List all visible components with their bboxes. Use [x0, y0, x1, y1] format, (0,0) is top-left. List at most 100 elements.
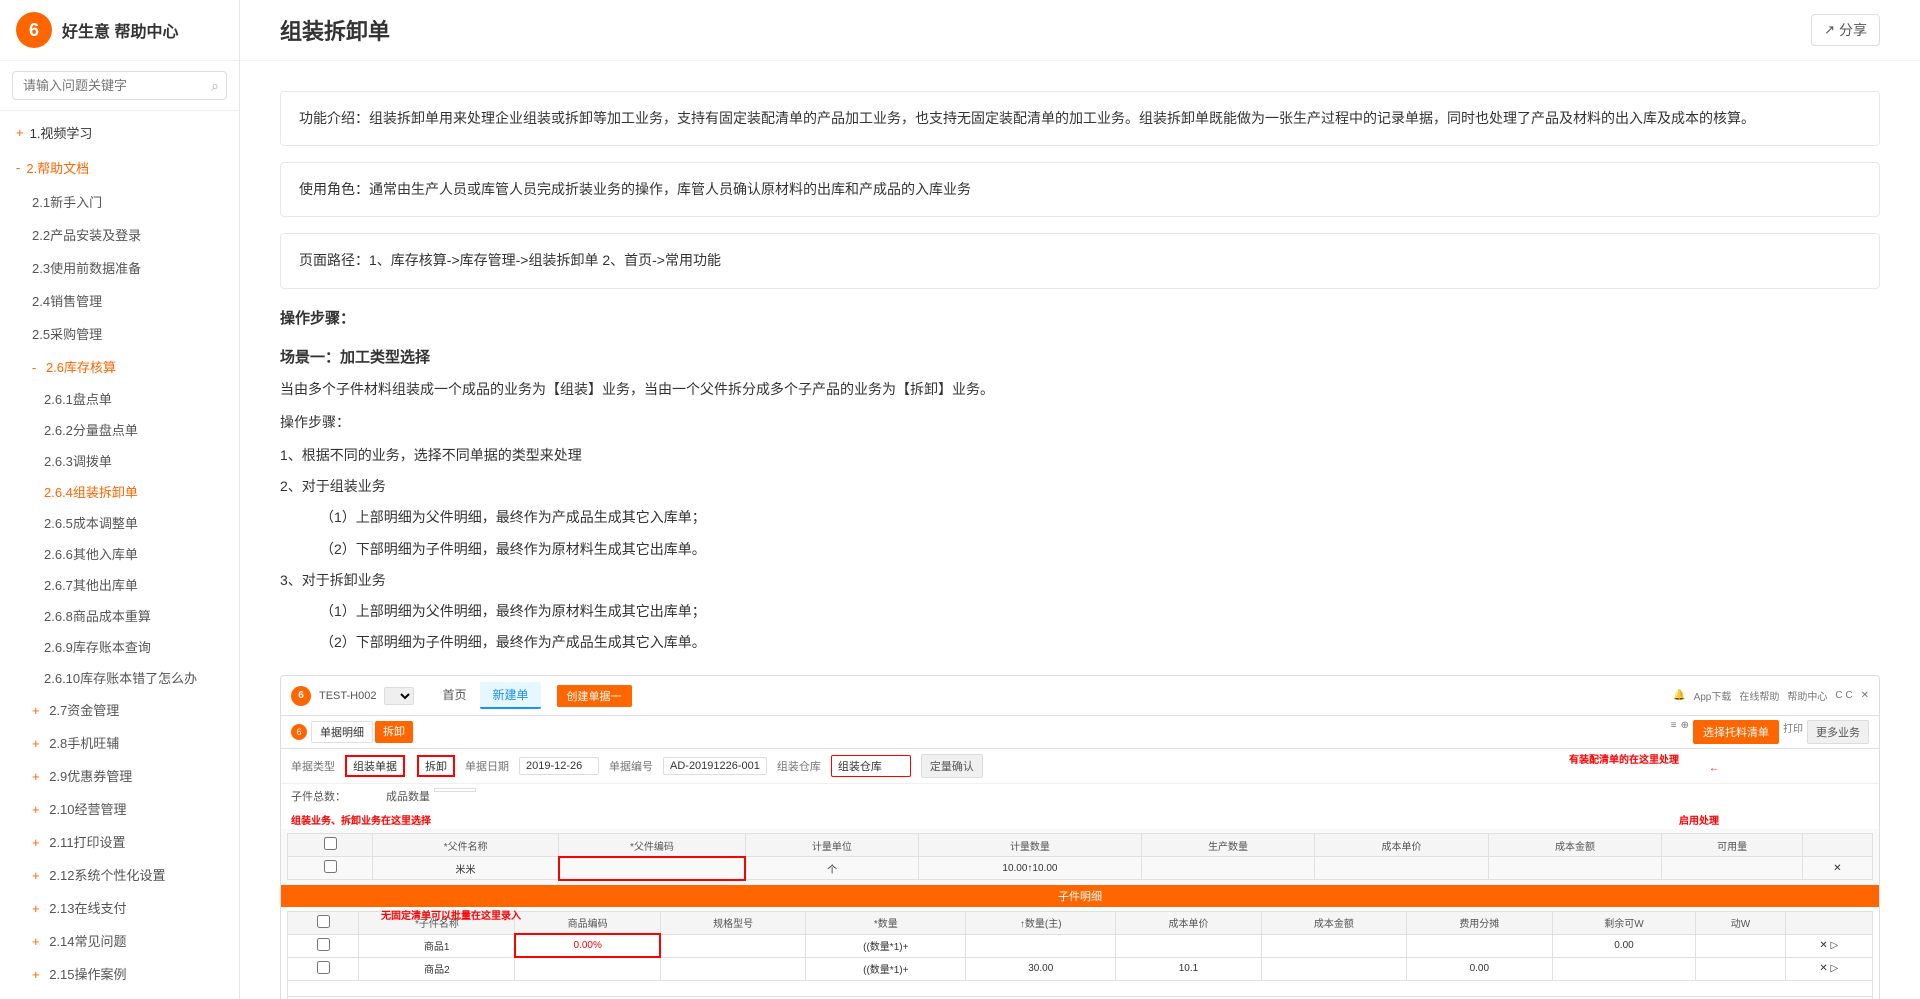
ss-select-all[interactable]: [324, 837, 337, 850]
sidebar-item-data[interactable]: 2.3使用前数据准备: [0, 251, 239, 284]
sidebar-item-265[interactable]: 2.6.5成本调整单: [0, 507, 239, 538]
sidebar-item-ops[interactable]: + 2.10经营管理: [0, 792, 239, 825]
logo-icon: 6: [16, 12, 52, 48]
sidebar-item-pay[interactable]: + 2.13在线支付: [0, 891, 239, 924]
sidebar-item-video[interactable]: + 1.视频学习: [0, 115, 239, 150]
ss-close-icon[interactable]: ✕: [1861, 690, 1869, 701]
step2-2: （2）下部明细为子件明细，最终作为原材料生成其它出库单。: [320, 537, 1880, 562]
search-box[interactable]: ⌕: [0, 61, 239, 111]
ss-th-unit: 计量单位: [745, 834, 918, 857]
ss-ltd-remain: 0.00: [1552, 934, 1696, 957]
intro-block: 功能介绍：组装拆卸单用来处理企业组装或拆卸等加工业务，支持有固定装配清单的产品加…: [280, 91, 1880, 146]
ss-ltd-name: 商品1: [359, 934, 515, 957]
sidebar-item-cases-label: 2.15操作案例: [49, 967, 126, 982]
ss-type-value2: 拆卸: [417, 755, 455, 777]
ss-ltd-check2: [288, 957, 359, 980]
sidebar-item-264[interactable]: 2.6.4组装拆卸单: [0, 476, 239, 507]
ss-lrow-check2[interactable]: [317, 961, 330, 974]
sidebar-item-263[interactable]: 2.6.3调拨单: [0, 445, 239, 476]
ss-warehouse-value[interactable]: 组装仓库: [831, 755, 911, 777]
ss-ann-row: 组装业务、拆卸业务在这里选择 启用处理: [281, 808, 1879, 829]
ss-tab-detail[interactable]: 单据明细: [311, 721, 373, 743]
ss-td-cost-price: [1315, 857, 1488, 880]
ss-company-select[interactable]: [384, 687, 414, 705]
step3-2: （2）下部明细为子件明细，最终作为产成品生成其它入库单。: [320, 630, 1880, 655]
sidebar-item-inventory-label: 2.6库存核算: [46, 360, 116, 375]
ss-ltd-act2: [1696, 957, 1785, 980]
ss-ltd-op2[interactable]: ✕ ▷: [1785, 957, 1873, 980]
annotation-3: 启用处理: [1679, 812, 1719, 827]
ss-ltd-code2: [515, 957, 660, 980]
sidebar-item-new[interactable]: 2.1新手入门: [0, 185, 239, 218]
ss-more-btn[interactable]: 更多业务: [1807, 720, 1869, 744]
sidebar-item-2610[interactable]: 2.6.10库存账本错了怎么办: [0, 662, 239, 693]
ss-td-qty: 10.00↑10.00: [919, 857, 1142, 880]
ss-ltd-qty-f2: ((数量*1)+: [806, 957, 966, 980]
ss-confirm-btn[interactable]: 定量确认: [921, 754, 983, 778]
sidebar-item-install[interactable]: 2.2产品安装及登录: [0, 218, 239, 251]
screenshot-container: 6 TEST-H002 首页 新建单 创建单据一 🔔 App下载 在线帮助 帮助…: [280, 675, 1880, 999]
sidebar-item-261[interactable]: 2.6.1盘点单: [0, 383, 239, 414]
share-button[interactable]: ↗ 分享: [1811, 14, 1880, 46]
ss-tab-new[interactable]: 新建单: [480, 682, 540, 709]
table-row: 商品2 ((数量*1)+ 30.00 10.1 0.00 ✕ ▷: [288, 957, 1873, 980]
sidebar-item-mobile[interactable]: + 2.8手机旺辅: [0, 726, 239, 759]
ss-lower-all[interactable]: [317, 915, 330, 928]
sidebar-item-custom-label: 2.12系统个性化设置: [49, 868, 165, 883]
ss-td-del[interactable]: ✕: [1802, 857, 1872, 880]
sidebar: 6 好生意 帮助中心 ⌕ + 1.视频学习 - 2.帮助文档 2.1新手入门 2…: [0, 0, 240, 999]
role-block: 使用角色：通常由生产人员或库管人员完成折装业务的操作，库管人员确认原材料的出库和…: [280, 162, 1880, 217]
ss-icon-list: ≡: [1671, 720, 1677, 744]
ss-create-btn[interactable]: 创建单据一: [557, 685, 632, 707]
ss-icon-apps: App下载: [1694, 688, 1732, 703]
sidebar-item-purchase[interactable]: 2.5采购管理: [0, 317, 239, 350]
sidebar-item-coupon[interactable]: + 2.9优惠券管理: [0, 759, 239, 792]
ss-date-label: 单据日期: [465, 758, 509, 774]
ss-number-value[interactable]: AD-20191226-001: [663, 757, 767, 775]
sidebar-item-269[interactable]: 2.6.9库存账本查询: [0, 631, 239, 662]
ss-ltd-op[interactable]: ✕ ▷: [1785, 934, 1873, 957]
ss-ltd-code[interactable]: 0.00%: [515, 934, 660, 957]
ss-icon-bell: 🔔: [1673, 690, 1685, 701]
ss-qty-label: 成品数量: [386, 788, 430, 804]
ss-number-label: 单据编号: [609, 758, 653, 774]
sidebar-item-sales[interactable]: 2.4销售管理: [0, 284, 239, 317]
step3-1: （1）上部明细为父件明细，最终作为原材料生成其它出库单；: [320, 599, 1880, 624]
sidebar-item-inventory[interactable]: - 2.6库存核算: [0, 350, 239, 383]
ss-tab-home[interactable]: 首页: [430, 682, 478, 709]
ss-td-unit: 个: [745, 857, 918, 880]
sidebar-item-cases[interactable]: + 2.15操作案例: [0, 957, 239, 990]
sidebar-item-266[interactable]: 2.6.6其他入库单: [0, 538, 239, 569]
ss-td-parent-code[interactable]: [559, 857, 745, 880]
ss-date-value[interactable]: 2019-12-26: [519, 757, 599, 775]
sidebar-item-finance-label: 2.7资金管理: [49, 703, 119, 718]
sidebar-item-faq[interactable]: + 2.14常见问题: [0, 924, 239, 957]
ss-lrow-check1[interactable]: [317, 938, 330, 951]
search-input[interactable]: [12, 71, 227, 100]
ss-save-btn[interactable]: 选择托料清单: [1693, 720, 1779, 744]
ss-td-prod-qty: [1141, 857, 1314, 880]
sidebar-item-268[interactable]: 2.6.8商品成本重算: [0, 600, 239, 631]
ss-lth-alloc: 费用分摊: [1407, 911, 1552, 934]
main-header: 组装拆卸单 ↗ 分享: [240, 0, 1920, 61]
sidebar-item-print[interactable]: + 2.11打印设置: [0, 825, 239, 858]
sidebar-item-custom[interactable]: + 2.12系统个性化设置: [0, 858, 239, 891]
sidebar-item-docs-label: 2.帮助文档: [26, 158, 89, 177]
sidebar-item-ops-label: 2.10经营管理: [49, 802, 126, 817]
step2: 2、对于组装业务: [280, 474, 1880, 499]
ss-lth-qty: *数量: [806, 911, 966, 934]
screenshot-wrapper: 6 TEST-H002 首页 新建单 创建单据一 🔔 App下载 在线帮助 帮助…: [281, 676, 1879, 999]
sidebar-item-finance[interactable]: + 2.7资金管理: [0, 693, 239, 726]
ss-th-parent-name: *父件名称: [373, 834, 559, 857]
ss-tab-active[interactable]: 拆卸: [375, 721, 413, 743]
ss-lth-code: 商品编码: [515, 911, 660, 934]
sidebar-item-docs[interactable]: - 2.帮助文档: [0, 150, 239, 185]
ss-lth-camt: 成本金额: [1261, 911, 1406, 934]
sidebar-item-267[interactable]: 2.6.7其他出库单: [0, 569, 239, 600]
ss-icon-help: 在线帮助: [1739, 688, 1779, 703]
ss-td-check: [288, 857, 373, 880]
sidebar-item-262[interactable]: 2.6.2分量盘点单: [0, 414, 239, 445]
ss-lth-cprice: 成本单价: [1116, 911, 1261, 934]
ss-qty-input[interactable]: [434, 788, 476, 792]
ss-row-check[interactable]: [324, 860, 337, 873]
